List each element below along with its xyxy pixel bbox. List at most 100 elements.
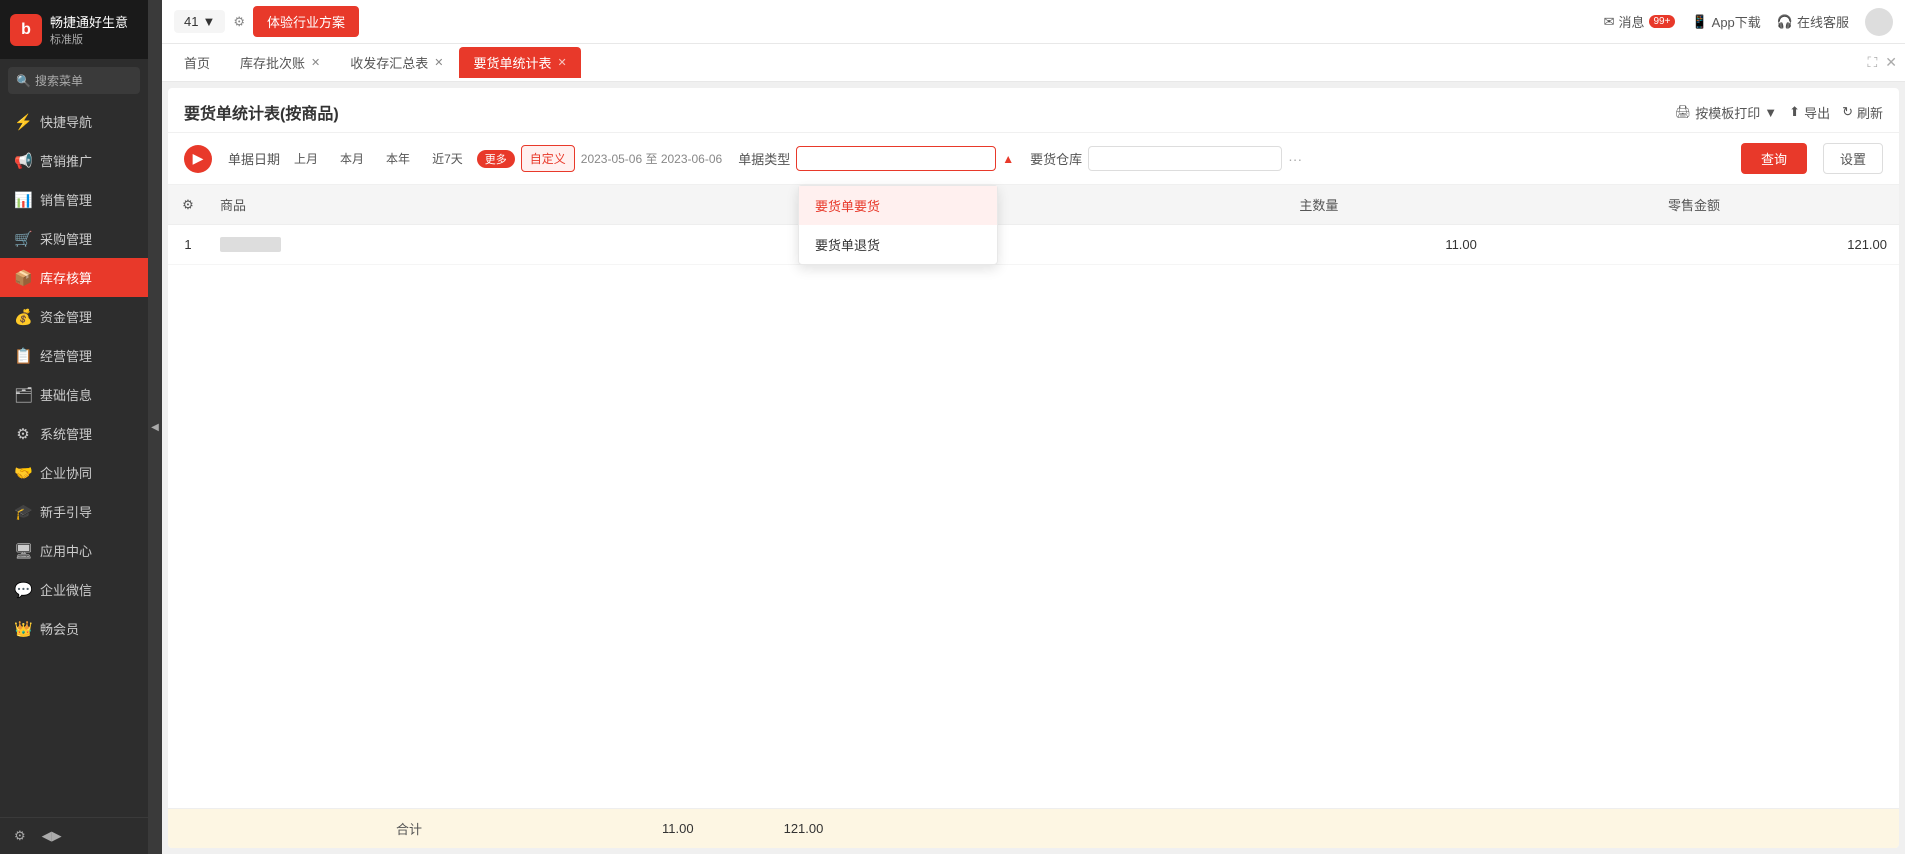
settings-icon[interactable]: ⚙ — [14, 828, 26, 844]
print-button[interactable]: 🖨 按模板打印 ▼ — [1675, 103, 1777, 122]
sales-icon: 📊 — [14, 191, 32, 209]
print-dropdown-icon: ▼ — [1764, 105, 1777, 120]
th-settings[interactable]: ⚙ — [168, 185, 208, 225]
collapse-icon[interactable]: ◀▶ — [42, 828, 62, 844]
tab-order-stats[interactable]: 要货单统计表 ✕ — [459, 47, 580, 78]
store-selector[interactable]: 41 ▼ — [174, 10, 225, 33]
dropdown-item-return-goods[interactable]: 要货单退货 — [799, 225, 997, 264]
messages-label: 消息 — [1618, 12, 1644, 31]
date-btn-last-month[interactable]: 上月 — [286, 146, 326, 171]
sidebar-search[interactable]: 🔍 搜索菜单 — [8, 67, 140, 94]
app-version: 标准版 — [50, 31, 128, 47]
date-btn-this-month[interactable]: 本月 — [332, 146, 372, 171]
settings-gear-icon[interactable]: ⚙ — [233, 14, 245, 30]
query-button[interactable]: 查询 — [1741, 143, 1807, 174]
date-filter-group: 单据日期 上月 本月 本年 近7天 更多 自定义 2023-05-06 至 20… — [228, 145, 722, 172]
tab-receive-summary[interactable]: 收发存汇总表 ✕ — [336, 47, 457, 78]
date-btn-this-year[interactable]: 本年 — [378, 146, 418, 171]
filter-bar: ▶ 单据日期 上月 本月 本年 近7天 更多 自定义 2023-05-06 至 … — [168, 133, 1899, 185]
sidebar-item-operations[interactable]: 📋 经营管理 — [0, 336, 148, 375]
sidebar-item-finance[interactable]: 💰 资金管理 — [0, 297, 148, 336]
cell-product — [208, 225, 669, 265]
refresh-icon: ↻ — [1842, 104, 1853, 120]
sidebar-item-system[interactable]: ⚙ 系统管理 — [0, 414, 148, 453]
tab-close-all-icon[interactable]: ✕ — [1885, 54, 1897, 71]
export-button[interactable]: ⬆ 导出 — [1789, 103, 1830, 122]
marketing-icon: 📢 — [14, 152, 32, 170]
refresh-label: 刷新 — [1857, 103, 1883, 122]
table-container: ⚙ 商品 主计量单位 主数量 零售金额 1 块 — [168, 185, 1899, 808]
sidebar-footer: ⚙ ◀▶ — [0, 817, 148, 854]
tab-close-icon[interactable]: ✕ — [434, 56, 443, 69]
footer-total-label: 合计 — [396, 819, 422, 838]
topbar-right: ✉ 消息 99+ 📱 App下载 🎧 在线客服 — [1604, 8, 1893, 36]
service-icon: 🎧 — [1777, 14, 1793, 30]
type-input[interactable] — [796, 146, 996, 171]
messages-count: 99+ — [1649, 15, 1676, 28]
tab-close-icon[interactable]: ✕ — [558, 56, 567, 69]
date-7-label: 近7天 — [432, 152, 463, 166]
sidebar-item-sales[interactable]: 📊 销售管理 — [0, 180, 148, 219]
app-name: 畅捷通好生意 — [50, 12, 128, 31]
sidebar-item-label: 新手引导 — [40, 502, 92, 521]
tab-inventory-batch[interactable]: 库存批次账 ✕ — [226, 47, 334, 78]
refresh-button[interactable]: ↻ 刷新 — [1842, 103, 1883, 122]
sidebar: b 畅捷通好生意 标准版 🔍 搜索菜单 ⚡ 快捷导航 📢 营销推广 📊 销售管理… — [0, 0, 148, 854]
trial-button[interactable]: 体验行业方案 — [253, 6, 359, 37]
export-label: 导出 — [1804, 103, 1830, 122]
download-btn[interactable]: 📱 App下载 — [1691, 12, 1760, 31]
sidebar-item-label: 企业微信 — [40, 580, 92, 599]
sidebar-item-label: 基础信息 — [40, 385, 92, 404]
footer-quantity: 11.00 — [662, 821, 694, 836]
sidebar-item-label: 畅会员 — [40, 619, 79, 638]
sidebar-item-guide[interactable]: 🎓 新手引导 — [0, 492, 148, 531]
tab-label: 要货单统计表 — [473, 53, 551, 72]
sidebar-item-label: 采购管理 — [40, 229, 92, 248]
system-icon: ⚙ — [14, 425, 32, 443]
sidebar-item-basic-info[interactable]: 🗂 基础信息 — [0, 375, 148, 414]
messages-btn[interactable]: ✉ 消息 99+ — [1604, 12, 1676, 31]
tab-expand-icon[interactable]: ⛶ — [1867, 54, 1877, 71]
filter-settings-button[interactable]: 设置 — [1823, 143, 1883, 174]
sidebar-item-weixin[interactable]: 💬 企业微信 — [0, 570, 148, 609]
date-label: 单据日期 — [228, 149, 280, 168]
sidebar-item-inventory[interactable]: 📦 库存核算 — [0, 258, 148, 297]
sidebar-item-purchase[interactable]: 🛒 采购管理 — [0, 219, 148, 258]
filter-toggle-btn[interactable]: ▶ — [184, 145, 212, 173]
tab-close-icon[interactable]: ✕ — [311, 56, 320, 69]
search-icon: 🔍 — [16, 74, 31, 88]
tab-home-label: 首页 — [184, 53, 210, 72]
dropdown-item-order-goods[interactable]: 要货单要货 — [799, 186, 997, 225]
tab-home[interactable]: 首页 — [170, 47, 224, 78]
type-dropdown-arrow[interactable]: ▲ — [1002, 152, 1014, 166]
sidebar-logo: b 畅捷通好生意 标准版 — [0, 0, 148, 59]
date-more-badge: 更多 — [477, 150, 515, 168]
service-btn[interactable]: 🎧 在线客服 — [1777, 12, 1849, 31]
cell-amount: 121.00 — [1489, 225, 1899, 265]
sidebar-scroll-handle[interactable]: ◀ — [148, 0, 162, 854]
download-label: App下载 — [1712, 12, 1761, 31]
member-icon: 👑 — [14, 620, 32, 638]
type-filter-group: 单据类型 ▲ — [738, 146, 1014, 171]
weixin-icon: 💬 — [14, 581, 32, 599]
download-icon: 📱 — [1691, 14, 1707, 30]
topbar: 41 ▼ ⚙ 体验行业方案 ✉ 消息 99+ 📱 App下载 🎧 在线客服 — [162, 0, 1905, 44]
date-btn-custom[interactable]: 自定义 — [521, 145, 575, 172]
print-icon: 🖨 — [1675, 104, 1692, 120]
message-icon: ✉ — [1604, 14, 1615, 30]
cell-index: 1 — [168, 225, 208, 265]
product-name-blurred — [220, 237, 281, 252]
sidebar-item-app-center[interactable]: 🖥 应用中心 — [0, 531, 148, 570]
sidebar-item-marketing[interactable]: 📢 营销推广 — [0, 141, 148, 180]
app-center-icon: 🖥 — [14, 542, 32, 560]
sidebar-item-quick-nav[interactable]: ⚡ 快捷导航 — [0, 102, 148, 141]
sidebar-nav: ⚡ 快捷导航 📢 营销推广 📊 销售管理 🛒 采购管理 📦 库存核算 💰 资金管… — [0, 102, 148, 817]
warehouse-more-btn[interactable]: ··· — [1288, 151, 1302, 167]
date-btn-last7[interactable]: 近7天 — [424, 146, 471, 171]
sidebar-item-enterprise[interactable]: 🤝 企业协同 — [0, 453, 148, 492]
sidebar-item-member[interactable]: 👑 畅会员 — [0, 609, 148, 648]
table-header-row: ⚙ 商品 主计量单位 主数量 零售金额 — [168, 185, 1899, 225]
user-avatar[interactable] — [1865, 8, 1893, 36]
warehouse-input[interactable] — [1088, 146, 1282, 171]
page-title: 要货单统计表(按商品) — [184, 100, 339, 124]
